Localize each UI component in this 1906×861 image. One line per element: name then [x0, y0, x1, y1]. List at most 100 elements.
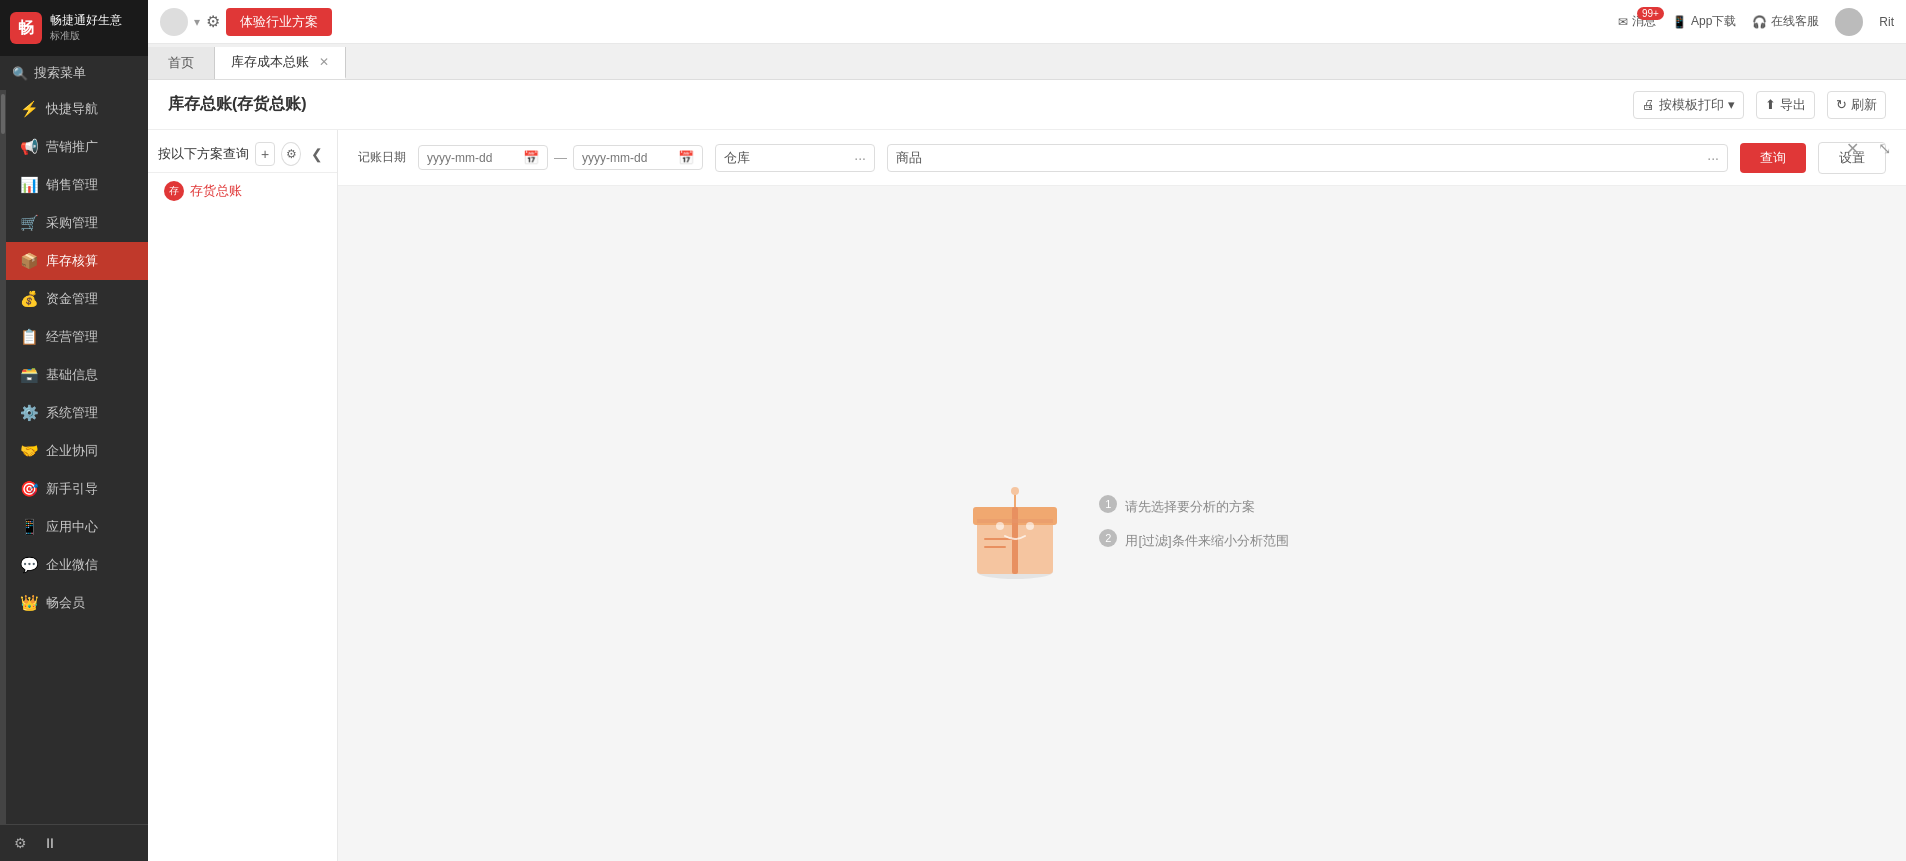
app-logo: 畅 畅捷通好生意 标准版 [0, 0, 148, 56]
phone-icon: 📱 [1672, 15, 1687, 29]
purchase-icon: 🛒 [20, 214, 38, 232]
beginner-icon: 🎯 [20, 480, 38, 498]
printer-icon: 🖨 [1642, 97, 1655, 112]
product-more-icon[interactable]: ··· [1707, 150, 1719, 166]
topbar-avatar [160, 8, 188, 36]
message-icon: ✉ [1618, 15, 1628, 29]
topbar-right: ✉ 消息 99+ 📱 App下载 🎧 在线客服 Rit [1618, 8, 1894, 36]
sidebar-item-system[interactable]: ⚙️ 系统管理 [6, 394, 148, 432]
empty-tip-2: 2 用[过滤]条件来缩小分析范围 [1099, 528, 1288, 554]
fund-icon: 💰 [20, 290, 38, 308]
empty-text: 1 请先选择要分析的方案 2 用[过滤]条件来缩小分析范围 [1099, 494, 1288, 554]
sidebar-item-inventory[interactable]: 📦 库存核算 [6, 242, 148, 280]
empty-state: 1 请先选择要分析的方案 2 用[过滤]条件来缩小分析范围 [338, 186, 1906, 861]
inventory-icon: 📦 [20, 252, 38, 270]
filter-scheme-item-inventory[interactable]: 存 存货总账 [148, 173, 337, 209]
topbar: ▾ ⚙ 体验行业方案 ✉ 消息 99+ 📱 App下载 🎧 在线客服 Rit [148, 0, 1906, 44]
filter-setting-btn[interactable]: ⚙ [281, 142, 301, 166]
basic-info-icon: 🗃️ [20, 366, 38, 384]
print-template-btn[interactable]: 🖨 按模板打印 ▾ [1633, 91, 1744, 119]
filter-bar: 记账日期 📅 — 📅 仓库 ··· [338, 130, 1906, 186]
step-2-num: 2 [1099, 529, 1117, 547]
marketing-icon: 📢 [20, 138, 38, 156]
sidebar-item-enterprise-wechat[interactable]: 💬 企业微信 [6, 546, 148, 584]
product-selector[interactable]: 商品 ··· [887, 144, 1728, 172]
sidebar-item-fund[interactable]: 💰 资金管理 [6, 280, 148, 318]
content: 库存总账(存货总账) 🖨 按模板打印 ▾ ⬆ 导出 ↻ 刷新 [148, 80, 1906, 861]
messages-badge: 99+ [1637, 7, 1664, 20]
svg-point-8 [1026, 522, 1034, 530]
scheme-icon: 存 [164, 181, 184, 201]
membership-icon: 👑 [20, 594, 38, 612]
quick-nav-icon: ⚡ [20, 100, 38, 118]
logo-icon: 畅 [10, 12, 42, 44]
date-range: 📅 — 📅 [418, 145, 703, 170]
refresh-btn[interactable]: ↻ 刷新 [1827, 91, 1886, 119]
enterprise-wechat-icon: 💬 [20, 556, 38, 574]
online-service-btn[interactable]: 🎧 在线客服 [1752, 13, 1819, 30]
audio-icon[interactable]: ⏸ [43, 835, 57, 851]
calendar-start-icon[interactable]: 📅 [523, 150, 539, 165]
close-panel-icon[interactable]: ✕ [1838, 134, 1866, 162]
filter-top: 按以下方案查询 + ⚙ ❮ [148, 136, 337, 173]
svg-rect-3 [1012, 507, 1018, 574]
sidebar-item-purchase[interactable]: 🛒 采购管理 [6, 204, 148, 242]
sidebar-item-quick-nav[interactable]: ⚡ 快捷导航 [6, 90, 148, 128]
filter-label: 按以下方案查询 [158, 145, 249, 163]
search-menu[interactable]: 🔍 搜索菜单 [0, 56, 148, 90]
dropdown-arrow-icon: ▾ [1728, 97, 1735, 112]
calendar-end-icon[interactable]: 📅 [678, 150, 694, 165]
page-header-actions: 🖨 按模板打印 ▾ ⬆ 导出 ↻ 刷新 [1633, 91, 1886, 119]
sidebar-item-membership[interactable]: 👑 畅会员 [6, 584, 148, 622]
right-content: 记账日期 📅 — 📅 仓库 ··· [338, 130, 1906, 861]
topbar-dropdown-arrow[interactable]: ▾ [194, 15, 200, 29]
date-label: 记账日期 [358, 149, 406, 166]
warehouse-selector[interactable]: 仓库 ··· [715, 144, 875, 172]
settings-icon[interactable]: ⚙ [14, 835, 27, 851]
sidebar-item-operation[interactable]: 📋 经营管理 [6, 318, 148, 356]
topbar-gear-icon[interactable]: ⚙ [206, 12, 220, 31]
export-btn[interactable]: ⬆ 导出 [1756, 91, 1815, 119]
date-start-field[interactable] [427, 151, 517, 165]
left-filter-panel: 按以下方案查询 + ⚙ ❮ 存 存货总账 [148, 130, 338, 861]
sidebar: 畅 畅捷通好生意 标准版 🔍 搜索菜单 ⚡ 快捷导航 📢 营销推广 📊 销售管理 [0, 0, 148, 861]
sidebar-item-beginner[interactable]: 🎯 新手引导 [6, 470, 148, 508]
filter-collapse-btn[interactable]: ❮ [307, 142, 327, 166]
messages-btn[interactable]: ✉ 消息 99+ [1618, 13, 1656, 30]
refresh-icon: ↻ [1836, 97, 1847, 112]
sales-icon: 📊 [20, 176, 38, 194]
tab-inventory-ledger[interactable]: 库存成本总账 ✕ [215, 47, 346, 79]
app-download-btn[interactable]: 📱 App下载 [1672, 13, 1736, 30]
operation-icon: 📋 [20, 328, 38, 346]
headset-icon: 🎧 [1752, 15, 1767, 29]
sidebar-item-marketing[interactable]: 📢 营销推广 [6, 128, 148, 166]
industry-btn[interactable]: 体验行业方案 [226, 8, 332, 36]
empty-tip-1: 1 请先选择要分析的方案 [1099, 494, 1288, 520]
sidebar-item-enterprise[interactable]: 🤝 企业协同 [6, 432, 148, 470]
tab-close-icon[interactable]: ✕ [319, 55, 329, 69]
sidebar-item-basic-info[interactable]: 🗃️ 基础信息 [6, 356, 148, 394]
warehouse-more-icon[interactable]: ··· [854, 150, 866, 166]
app-center-icon: 📱 [20, 518, 38, 536]
page-header: 库存总账(存货总账) 🖨 按模板打印 ▾ ⬆ 导出 ↻ 刷新 [148, 80, 1906, 130]
topbar-left: ▾ ⚙ 体验行业方案 [160, 8, 1610, 36]
sidebar-item-sales[interactable]: 📊 销售管理 [6, 166, 148, 204]
filter-add-btn[interactable]: + [255, 142, 275, 166]
query-btn[interactable]: 查询 [1740, 143, 1806, 173]
tabs-bar: 首页 库存成本总账 ✕ [148, 44, 1906, 80]
svg-point-7 [996, 522, 1004, 530]
main-body: 按以下方案查询 + ⚙ ❮ 存 存货总账 记账日期 [148, 130, 1906, 861]
page-title: 库存总账(存货总账) [168, 94, 307, 115]
date-separator: — [554, 150, 567, 165]
sidebar-item-app-center[interactable]: 📱 应用中心 [6, 508, 148, 546]
enterprise-icon: 🤝 [20, 442, 38, 460]
user-avatar[interactable] [1835, 8, 1863, 36]
tab-home[interactable]: 首页 [148, 47, 215, 79]
app-name: 畅捷通好生意 [50, 13, 122, 29]
date-end-field[interactable] [582, 151, 672, 165]
user-name: Rit [1879, 15, 1894, 29]
empty-illustration [955, 464, 1075, 584]
date-end-input[interactable]: 📅 [573, 145, 703, 170]
date-start-input[interactable]: 📅 [418, 145, 548, 170]
expand-panel-icon[interactable]: ⤡ [1870, 134, 1898, 162]
